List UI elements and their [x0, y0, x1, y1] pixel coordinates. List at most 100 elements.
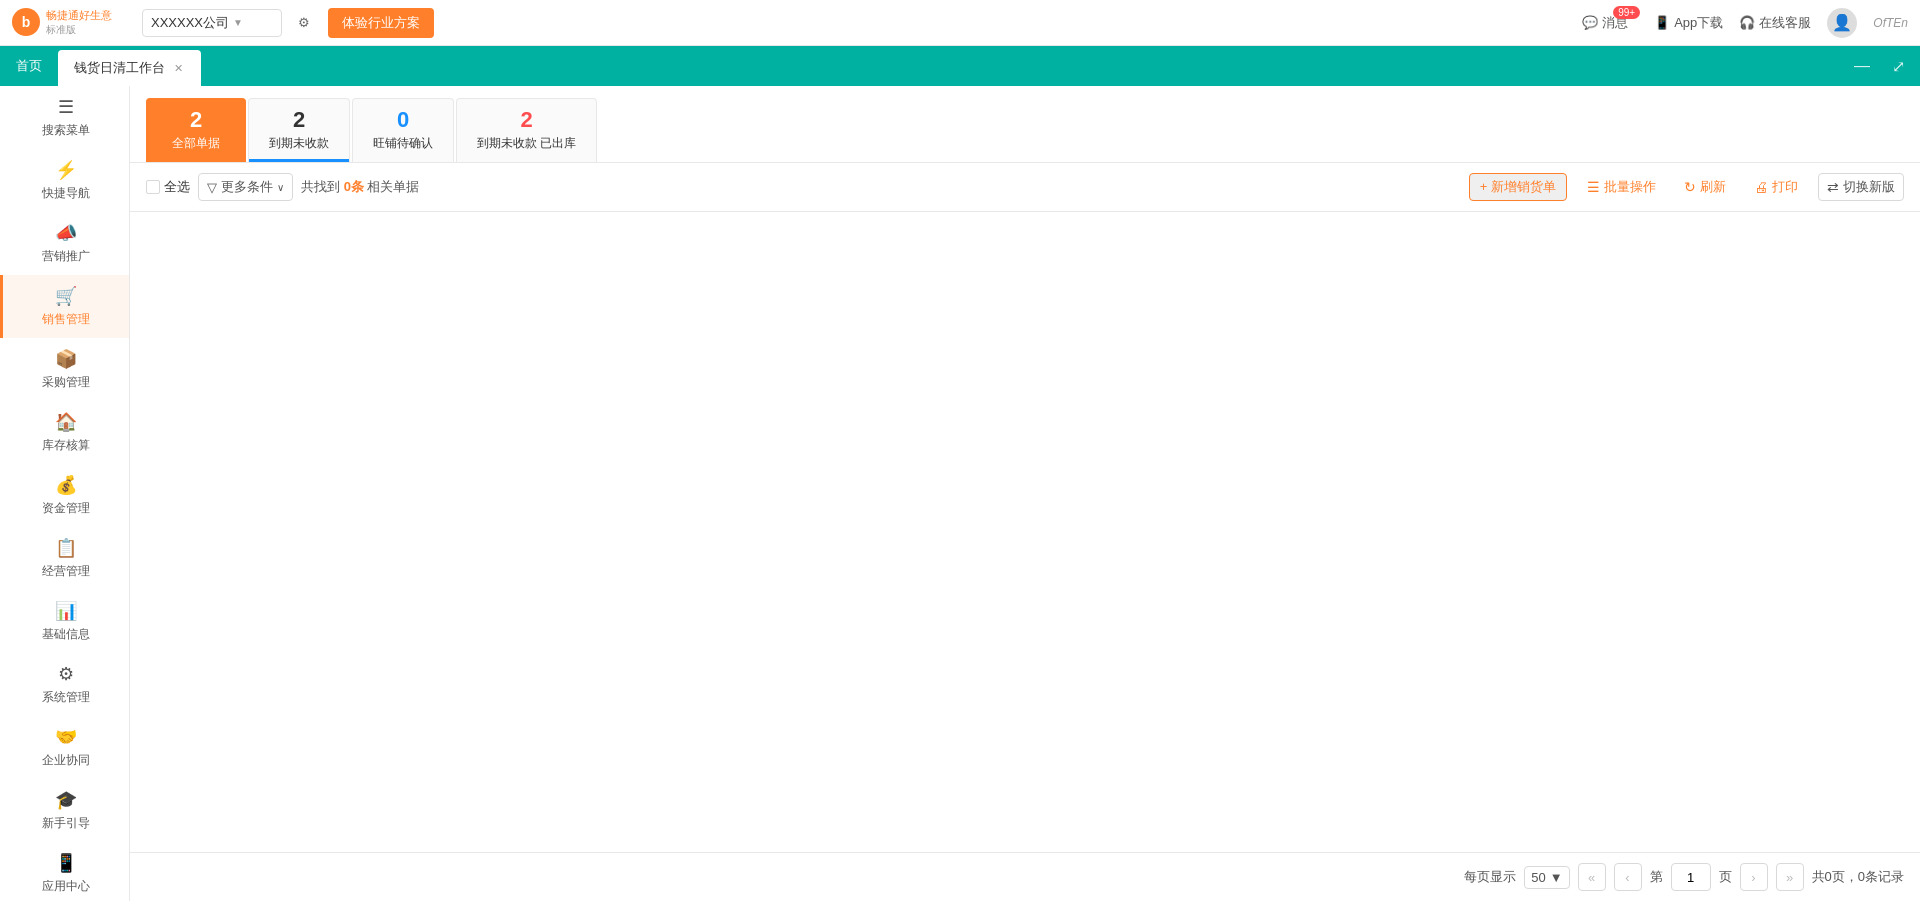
sidebar-label-guide: 新手引导: [42, 815, 90, 832]
sidebar-item-inventory[interactable]: 🏠 库存核算: [0, 401, 129, 464]
sidebar-item-app-center[interactable]: 📱 应用中心: [0, 842, 129, 901]
page-number-input[interactable]: [1671, 863, 1711, 891]
tab-bar-actions: — ⤢: [1848, 52, 1920, 80]
main-layout: ☰ 搜索菜单 ⚡ 快捷导航 📣 营销推广 🛒 销售管理 📦 采购管理 🏠 库存核…: [0, 86, 1920, 901]
total-records: 共0页，0条记录: [1812, 868, 1904, 886]
logo-sub: 标准版: [46, 23, 112, 37]
stat-tab-overdue-shipped[interactable]: 2 到期未收款 已出库: [456, 98, 597, 162]
sidebar-item-marketing[interactable]: 📣 营销推广: [0, 212, 129, 275]
marketing-icon: 📣: [55, 222, 77, 244]
sidebar-item-purchase[interactable]: 📦 采购管理: [0, 338, 129, 401]
page-prev-icon: ‹: [1625, 870, 1629, 885]
logo-name: 畅捷通好生意: [46, 8, 112, 22]
tab-qianhuoriqing[interactable]: 钱货日清工作台 ✕: [58, 50, 201, 86]
stat-tab-all[interactable]: 2 全部单据: [146, 98, 246, 162]
stat-num-overdue-shipped: 2: [521, 107, 533, 133]
page-next-button[interactable]: ›: [1740, 863, 1768, 891]
new-order-button[interactable]: + 新增销货单: [1469, 173, 1567, 201]
found-text: 共找到 0条 相关单据: [301, 178, 419, 196]
switch-label: 切换新版: [1843, 178, 1895, 196]
sidebar-label-marketing: 营销推广: [42, 248, 90, 265]
close-tab-icon[interactable]: ✕: [171, 61, 185, 75]
app-center-icon: 📱: [55, 852, 77, 874]
page-last-button[interactable]: »: [1776, 863, 1804, 891]
stat-label-wangpu: 旺铺待确认: [373, 135, 433, 152]
sidebar-label-operations: 经营管理: [42, 563, 90, 580]
sidebar-item-guide[interactable]: 🎓 新手引导: [0, 779, 129, 842]
sidebar-label-basic-info: 基础信息: [42, 626, 90, 643]
batch-label: 批量操作: [1604, 178, 1656, 196]
sidebar-label-sales: 销售管理: [42, 311, 90, 328]
company-selector[interactable]: XXXXXX公司 ▼: [142, 9, 282, 37]
sidebar-item-sales[interactable]: 🛒 销售管理: [0, 275, 129, 338]
stat-num-wangpu: 0: [397, 107, 409, 133]
stat-label-overdue: 到期未收款: [269, 135, 329, 152]
sidebar-item-quick-nav[interactable]: ⚡ 快捷导航: [0, 149, 129, 212]
print-button[interactable]: 🖨 打印: [1746, 174, 1806, 200]
company-name: XXXXXX公司: [151, 14, 229, 32]
sidebar-label-enterprise-collab: 企业协同: [42, 752, 90, 769]
page-size-value: 50: [1531, 870, 1545, 885]
table-area: [130, 212, 1920, 852]
logo-area: b 畅捷通好生意 标准版: [12, 8, 142, 36]
refresh-label: 刷新: [1700, 178, 1726, 196]
company-dropdown-arrow: ▼: [233, 17, 243, 28]
sidebar-item-finance[interactable]: 💰 资金管理: [0, 464, 129, 527]
page-first-icon: «: [1588, 870, 1595, 885]
top-header: b 畅捷通好生意 标准版 XXXXXX公司 ▼ ⚙ 体验行业方案 💬 消息 99…: [0, 0, 1920, 46]
toolbar-right: + 新增销货单 ☰ 批量操作 ↻ 刷新 🖨 打印 ⇄ 切换新版: [1469, 173, 1904, 201]
sidebar-item-search[interactable]: ☰ 搜索菜单: [0, 86, 129, 149]
enterprise-collab-icon: 🤝: [55, 726, 77, 748]
search-menu-icon: ☰: [58, 96, 74, 118]
sidebar-item-enterprise-collab[interactable]: 🤝 企业协同: [0, 716, 129, 779]
app-download-button[interactable]: 📱 App下载: [1654, 14, 1723, 32]
stat-num-overdue: 2: [293, 107, 305, 133]
sidebar-item-system[interactable]: ⚙ 系统管理: [0, 653, 129, 716]
page-size-selector[interactable]: 50 ▼: [1524, 866, 1569, 889]
stat-tab-wangpu[interactable]: 0 旺铺待确认: [352, 98, 454, 162]
sidebar-item-operations[interactable]: 📋 经营管理: [0, 527, 129, 590]
purchase-icon: 📦: [55, 348, 77, 370]
messages-button[interactable]: 💬 消息 99+: [1582, 14, 1628, 32]
batch-operation-button[interactable]: ☰ 批量操作: [1579, 174, 1664, 200]
filter-button[interactable]: ▽ 更多条件 ∨: [198, 173, 293, 201]
refresh-icon: ↻: [1684, 179, 1696, 195]
tab-maximize-button[interactable]: ⤢: [1884, 52, 1912, 80]
page-prev-button[interactable]: ‹: [1614, 863, 1642, 891]
filter-arrow-icon: ∨: [277, 182, 284, 193]
quick-nav-icon: ⚡: [55, 159, 77, 181]
toolbar-left: 全选 ▽ 更多条件 ∨ 共找到 0条 相关单据: [146, 173, 1461, 201]
select-all-label: 全选: [164, 178, 190, 196]
experience-button[interactable]: 体验行业方案: [328, 8, 434, 38]
refresh-button[interactable]: ↻ 刷新: [1676, 174, 1734, 200]
sidebar: ☰ 搜索菜单 ⚡ 快捷导航 📣 营销推广 🛒 销售管理 📦 采购管理 🏠 库存核…: [0, 86, 130, 901]
header-right: 💬 消息 99+ 📱 App下载 🎧 在线客服 👤 OfTEn: [1582, 8, 1908, 38]
user-avatar[interactable]: 👤: [1827, 8, 1857, 38]
page-suffix: 页: [1719, 868, 1732, 886]
message-icon: 💬: [1582, 15, 1598, 30]
basic-info-icon: 📊: [55, 600, 77, 622]
new-order-label: + 新增销货单: [1480, 178, 1556, 196]
tab-home[interactable]: 首页: [0, 46, 58, 86]
print-label: 打印: [1772, 178, 1798, 196]
settings-button[interactable]: ⚙: [288, 7, 320, 39]
page-first-button[interactable]: «: [1578, 863, 1606, 891]
filter-icon: ▽: [207, 180, 217, 195]
tab-minimize-button[interactable]: —: [1848, 52, 1876, 80]
online-service-button[interactable]: 🎧 在线客服: [1739, 14, 1811, 32]
guide-icon: 🎓: [55, 789, 77, 811]
pagination: 每页显示 50 ▼ « ‹ 第 页 › » 共0页，0条记录: [130, 852, 1920, 901]
sidebar-item-basic-info[interactable]: 📊 基础信息: [0, 590, 129, 653]
batch-icon: ☰: [1587, 179, 1600, 195]
switch-version-button[interactable]: ⇄ 切换新版: [1818, 173, 1904, 201]
page-next-icon: ›: [1751, 870, 1755, 885]
stat-tab-overdue[interactable]: 2 到期未收款: [248, 98, 350, 162]
page-last-icon: »: [1786, 870, 1793, 885]
sidebar-label-inventory: 库存核算: [42, 437, 90, 454]
select-all-checkbox[interactable]: 全选: [146, 178, 190, 196]
tab-qianhuoriqing-label: 钱货日清工作台: [74, 59, 165, 77]
checkbox-icon: [146, 180, 160, 194]
app-download-label: App下载: [1674, 14, 1723, 32]
app-icon: 📱: [1654, 15, 1670, 30]
system-icon: ⚙: [58, 663, 74, 685]
